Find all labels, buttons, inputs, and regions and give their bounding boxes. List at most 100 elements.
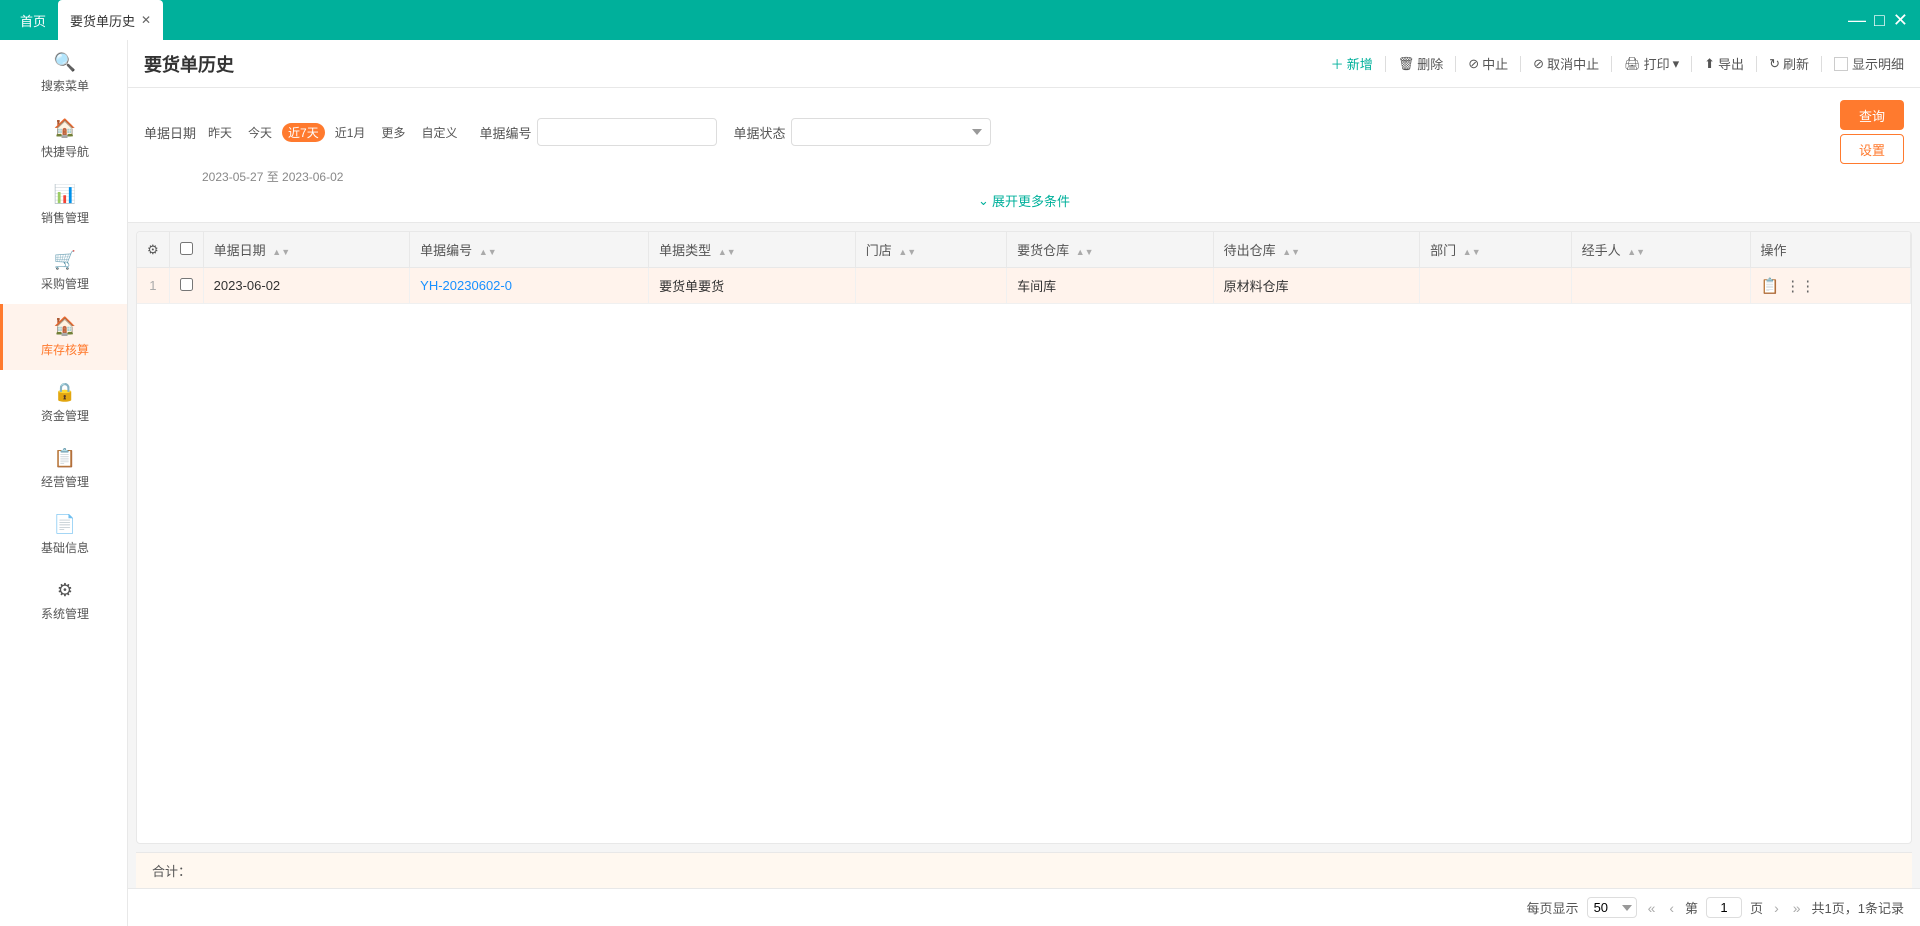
row-bill-no-cell[interactable]: YH-20230602-0 (410, 268, 649, 304)
page-input[interactable] (1706, 897, 1742, 918)
page-header: 要货单历史 ＋ 新增 🗑 删除 ⊘ 中止 ⊘ (128, 40, 1920, 88)
setting-button[interactable]: 设置 (1840, 134, 1904, 164)
table-container: ⚙ 单据日期 ▲▼ 单据编号 ▲▼ (136, 231, 1912, 844)
divider-5 (1691, 56, 1692, 72)
tab-bill-history[interactable]: 要货单历史 ✕ (58, 0, 163, 40)
date-range-text: 2023-05-27 至 2023-06-02 (202, 170, 343, 184)
new-icon: ＋ (1331, 54, 1344, 73)
last-page-btn[interactable]: » (1790, 900, 1804, 916)
sort-pending-warehouse-icon[interactable]: ▲▼ (1282, 247, 1300, 257)
sidebar-item-basic-label: 基础信息 (41, 539, 89, 556)
show-detail-checkbox[interactable] (1834, 57, 1848, 71)
refresh-icon: ↻ (1769, 56, 1780, 72)
sidebar-item-sales-label: 销售管理 (41, 209, 89, 226)
sort-bill-no-icon[interactable]: ▲▼ (479, 247, 497, 257)
show-detail-btn[interactable]: 显示明细 (1834, 54, 1904, 73)
home-icon: 🏠 (54, 118, 76, 139)
sort-department-icon[interactable]: ▲▼ (1463, 247, 1481, 257)
search-icon: 🔍 (54, 52, 76, 73)
cancel-stop-button[interactable]: ⊘ 取消中止 (1533, 54, 1599, 73)
tab-home-label: 首页 (20, 11, 46, 30)
sidebar-item-system-label: 系统管理 (41, 605, 89, 622)
inventory-icon: 🏠 (54, 316, 76, 337)
col-date: 单据日期 ▲▼ (203, 232, 410, 268)
delete-icon: 🗑 (1398, 56, 1415, 72)
cancel-stop-icon: ⊘ (1533, 56, 1544, 72)
sort-date-icon[interactable]: ▲▼ (272, 247, 290, 257)
divider-6 (1756, 56, 1757, 72)
divider-1 (1385, 56, 1386, 72)
sidebar-item-purchase-label: 采购管理 (41, 275, 89, 292)
pagination-bar: 每页显示 50 10 20 100 « ‹ 第 页 › » 共1页，1条记录 (128, 888, 1920, 926)
filter-area: 单据日期 昨天 今天 近7天 近1月 更多 自定义 单据编号 (128, 88, 1920, 223)
sidebar-item-basic[interactable]: 📄 基础信息 (0, 502, 127, 568)
tab-home[interactable]: 首页 (8, 0, 58, 40)
date-shortcut-today[interactable]: 今天 (242, 123, 278, 142)
status-select[interactable] (791, 118, 991, 146)
window-maximize-btn[interactable]: □ (1874, 10, 1885, 31)
sidebar-item-inventory-label: 库存核算 (41, 341, 89, 358)
sidebar-item-purchase[interactable]: 🛒 采购管理 (0, 238, 127, 304)
sort-bill-type-icon[interactable]: ▲▼ (718, 247, 736, 257)
operation-icon: 📋 (54, 448, 76, 469)
bill-no-label: 单据编号 (479, 123, 531, 142)
col-pending-warehouse: 待出仓库 ▲▼ (1213, 232, 1420, 268)
sidebar-item-system[interactable]: ⚙ 系统管理 (0, 568, 127, 634)
sidebar-item-sales[interactable]: 📊 销售管理 (0, 172, 127, 238)
bill-no-input[interactable] (537, 118, 717, 146)
refresh-button[interactable]: ↻ 刷新 (1769, 54, 1809, 73)
divider-2 (1455, 56, 1456, 72)
date-shortcut-7days[interactable]: 近7天 (282, 123, 325, 142)
first-page-btn[interactable]: « (1645, 900, 1659, 916)
divider-7 (1821, 56, 1822, 72)
row-pending-warehouse-cell: 原材料仓库 (1213, 268, 1420, 304)
per-page-select[interactable]: 50 10 20 100 (1587, 897, 1637, 918)
bill-no-filter-group: 单据编号 (479, 118, 717, 146)
col-actions: 操作 (1750, 232, 1910, 268)
export-label: 导出 (1718, 54, 1744, 73)
print-button[interactable]: 🖨 打印 ▾ (1624, 54, 1679, 73)
prev-page-btn[interactable]: ‹ (1666, 900, 1677, 916)
sort-store-icon[interactable]: ▲▼ (898, 247, 916, 257)
row-checkbox[interactable] (180, 278, 193, 291)
select-all-checkbox[interactable] (180, 242, 193, 255)
new-label: 新增 (1347, 54, 1373, 73)
next-page-btn[interactable]: › (1771, 900, 1782, 916)
finance-icon: 🔒 (54, 382, 76, 403)
export-button[interactable]: ⬆ 导出 (1704, 54, 1744, 73)
row-delete-btn[interactable]: ⋮⋮ (1785, 277, 1815, 295)
date-shortcut-more[interactable]: 更多 (375, 123, 411, 142)
basic-icon: 📄 (54, 514, 76, 535)
sidebar-item-search[interactable]: 🔍 搜索菜单 (0, 40, 127, 106)
stop-button[interactable]: ⊘ 中止 (1468, 54, 1508, 73)
row-actions-cell: 📋 ⋮⋮ (1750, 268, 1910, 304)
tab-close-icon[interactable]: ✕ (141, 13, 151, 27)
row-checkbox-cell (169, 268, 203, 304)
window-minimize-btn[interactable]: — (1848, 10, 1866, 31)
date-shortcut-custom[interactable]: 自定义 (415, 123, 463, 142)
sort-handler-icon[interactable]: ▲▼ (1627, 247, 1645, 257)
sidebar-item-finance[interactable]: 🔒 资金管理 (0, 370, 127, 436)
divider-3 (1520, 56, 1521, 72)
sort-req-warehouse-icon[interactable]: ▲▼ (1076, 247, 1094, 257)
filter-actions: 查询 设置 (1840, 100, 1904, 164)
window-close-btn[interactable]: ✕ (1893, 10, 1908, 31)
query-button[interactable]: 查询 (1840, 100, 1904, 130)
date-shortcut-yesterday[interactable]: 昨天 (202, 123, 238, 142)
sidebar-item-quick-nav-label: 快捷导航 (41, 143, 89, 160)
export-icon: ⬆ (1704, 56, 1715, 72)
row-edit-btn[interactable]: 📋 (1761, 277, 1780, 295)
new-button[interactable]: ＋ 新增 (1331, 54, 1373, 73)
sidebar-item-inventory[interactable]: 🏠 库存核算 (0, 304, 127, 370)
expand-filter-btn[interactable]: ⌄ 展开更多条件 (978, 191, 1070, 210)
sidebar-item-operation[interactable]: 📋 经营管理 (0, 436, 127, 502)
sidebar-item-quick-nav[interactable]: 🏠 快捷导航 (0, 106, 127, 172)
row-date-cell: 2023-06-02 (203, 268, 410, 304)
settings-icon[interactable]: ⚙ (147, 242, 159, 257)
top-bar-right: — □ ✕ (1848, 10, 1920, 31)
date-shortcut-1month[interactable]: 近1月 (329, 123, 372, 142)
row-handler-cell (1571, 268, 1750, 304)
toolbar: ＋ 新增 🗑 删除 ⊘ 中止 ⊘ 取消中止 (1331, 54, 1904, 73)
cancel-stop-label: 取消中止 (1547, 54, 1599, 73)
delete-button[interactable]: 🗑 删除 (1398, 54, 1444, 73)
